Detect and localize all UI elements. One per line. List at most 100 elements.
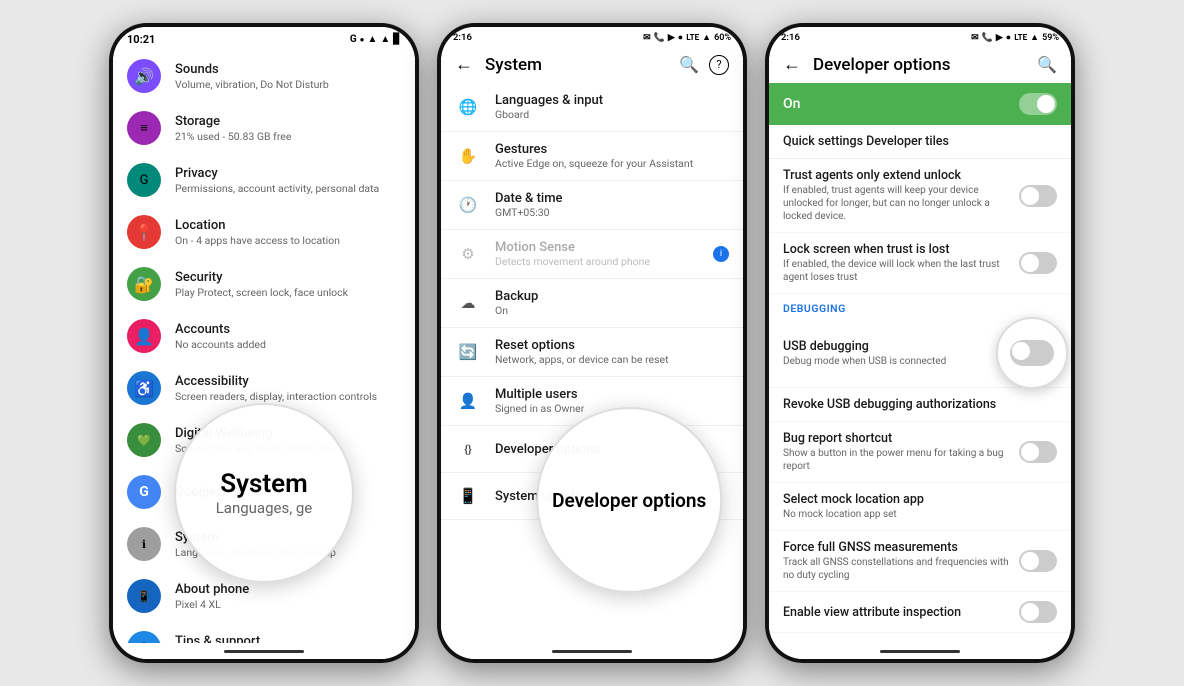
list-item-sounds[interactable]: 🔊 Sounds Volume, vibration, Do Not Distu… bbox=[113, 50, 415, 102]
tips-text: Tips & support Help articles, phone & ch… bbox=[175, 634, 373, 644]
home-indicator-2 bbox=[552, 650, 632, 653]
signal-icon-1: ▲ bbox=[380, 34, 390, 45]
dev-item-debugapp[interactable]: Select debug app bbox=[769, 633, 1071, 643]
sounds-icon: 🔊 bbox=[134, 67, 154, 86]
signal-icon-3: ▲ bbox=[1030, 32, 1039, 43]
status-bar-3: 2:16 ✉ 📞 ▶ ● LTE ▲ 59% bbox=[769, 27, 1071, 46]
tips-icon-wrap: ? bbox=[127, 631, 161, 643]
usb-big-circle bbox=[996, 317, 1068, 389]
sys-item-motion[interactable]: ⚙ Motion Sense Detects movement around p… bbox=[441, 230, 743, 279]
sys-item-languages[interactable]: 🌐 Languages & input Gboard bbox=[441, 83, 743, 132]
users-text: Multiple users Signed in as Owner bbox=[495, 387, 584, 415]
usb-toggle[interactable] bbox=[1010, 340, 1054, 366]
list-item-tips[interactable]: ? Tips & support Help articles, phone & … bbox=[113, 622, 415, 643]
quicksettings-text: Quick settings Developer tiles bbox=[783, 134, 1057, 149]
storage-icon: ≡ bbox=[140, 120, 148, 136]
sounds-icon-wrap: 🔊 bbox=[127, 59, 161, 93]
trust-toggle[interactable] bbox=[1019, 185, 1057, 207]
gnss-toggle[interactable] bbox=[1019, 550, 1057, 572]
help-icon-2[interactable]: ? bbox=[709, 55, 729, 75]
dev-item-viewattribute[interactable]: Enable view attribute inspection bbox=[769, 592, 1071, 633]
list-item-security[interactable]: 🔐 Security Play Protect, screen lock, fa… bbox=[113, 258, 415, 310]
sounds-title: Sounds bbox=[175, 62, 329, 77]
back-button-2[interactable]: ← bbox=[455, 54, 473, 75]
sys-item-backup[interactable]: ☁ Backup On bbox=[441, 279, 743, 328]
languages-text: Languages & input Gboard bbox=[495, 93, 603, 121]
bar-icons-2: 🔍 ? bbox=[679, 55, 729, 75]
phone-3: 2:16 ✉ 📞 ▶ ● LTE ▲ 59% ← Developer optio… bbox=[765, 23, 1075, 663]
storage-subtitle: 21% used - 50.83 GB free bbox=[175, 130, 291, 143]
lte-label-3: LTE bbox=[1014, 33, 1027, 42]
google-icon-wrap: G bbox=[127, 475, 161, 509]
sys-item-datetime[interactable]: 🕐 Date & time GMT+05:30 bbox=[441, 181, 743, 230]
bugreport-toggle[interactable] bbox=[1019, 441, 1057, 463]
bottom-bar-1 bbox=[113, 643, 415, 659]
accounts-text: Accounts No accounts added bbox=[175, 322, 266, 351]
status-icons-1: G ● ▲ ▲ ▊ bbox=[350, 34, 401, 45]
dev-item-usb[interactable]: USB debugging Debug mode when USB is con… bbox=[769, 319, 1071, 388]
privacy-subtitle: Permissions, account activity, personal … bbox=[175, 182, 379, 195]
revoke-text: Revoke USB debugging authorizations bbox=[783, 397, 1057, 412]
msg-icon: ✉ bbox=[643, 33, 651, 43]
battery-label-2: 60% bbox=[714, 33, 731, 43]
datetime-text: Date & time GMT+05:30 bbox=[495, 191, 563, 219]
privacy-icon: G bbox=[140, 173, 149, 188]
dev-item-trust[interactable]: Trust agents only extend unlock If enabl… bbox=[769, 159, 1071, 233]
mocklocation-text: Select mock location app No mock locatio… bbox=[783, 492, 1057, 521]
accessibility-subtitle: Screen readers, display, interaction con… bbox=[175, 390, 377, 403]
bottom-bar-3 bbox=[769, 643, 1071, 659]
video-icon-3: ▶ bbox=[996, 33, 1003, 43]
notification-dot: ● bbox=[360, 35, 365, 44]
storage-text: Storage 21% used - 50.83 GB free bbox=[175, 114, 291, 143]
battery-label-3: 59% bbox=[1042, 33, 1059, 43]
sys-item-gestures[interactable]: ✋ Gestures Active Edge on, squeeze for y… bbox=[441, 132, 743, 181]
privacy-icon-wrap: G bbox=[127, 163, 161, 197]
status-icons-3: ✉ 📞 ▶ ● LTE ▲ 59% bbox=[971, 32, 1059, 43]
system-icon-wrap: ℹ bbox=[127, 527, 161, 561]
search-icon-2[interactable]: 🔍 bbox=[679, 55, 699, 75]
back-button-3[interactable]: ← bbox=[783, 54, 801, 75]
wellbeing-icon: 💚 bbox=[137, 434, 151, 447]
app-bar-3: ← Developer options 🔍 bbox=[769, 46, 1071, 83]
location-subtitle: On - 4 apps have access to location bbox=[175, 234, 340, 247]
dev-master-toggle[interactable] bbox=[1019, 93, 1057, 115]
sounds-subtitle: Volume, vibration, Do Not Disturb bbox=[175, 78, 329, 91]
viewattribute-toggle[interactable] bbox=[1019, 601, 1057, 623]
security-subtitle: Play Protect, screen lock, face unlock bbox=[175, 286, 348, 299]
dev-item-quicksettings[interactable]: Quick settings Developer tiles bbox=[769, 125, 1071, 159]
google-letter-icon: G bbox=[139, 484, 149, 500]
location-icon-wrap: 📍 bbox=[127, 215, 161, 249]
search-icon-3[interactable]: 🔍 bbox=[1037, 55, 1057, 74]
developer-circle-overlay: Developer options bbox=[536, 407, 722, 593]
about-icon-wrap: 📱 bbox=[127, 579, 161, 613]
sys-item-reset[interactable]: 🔄 Reset options Network, apps, or device… bbox=[441, 328, 743, 377]
lockscreen-toggle[interactable] bbox=[1019, 252, 1057, 274]
time-1: 10:21 bbox=[127, 33, 155, 46]
dev-item-bugreport[interactable]: Bug report shortcut Show a button in the… bbox=[769, 422, 1071, 483]
call-icon: 📞 bbox=[654, 33, 665, 43]
circle-system-sub: Languages, ge bbox=[216, 499, 313, 517]
dev-item-revoke[interactable]: Revoke USB debugging authorizations bbox=[769, 388, 1071, 422]
list-item-accounts[interactable]: 👤 Accounts No accounts added bbox=[113, 310, 415, 362]
viewattribute-text: Enable view attribute inspection bbox=[783, 605, 1009, 620]
motion-icon: ⚙ bbox=[455, 241, 481, 267]
system-screen-title: System bbox=[485, 55, 679, 75]
trust-text: Trust agents only extend unlock If enabl… bbox=[783, 168, 1009, 223]
phone-2: 2:16 ✉ 📞 ▶ ● LTE ▲ 60% ← System 🔍 ? 🌐 bbox=[437, 23, 747, 663]
list-item-privacy[interactable]: G Privacy Permissions, account activity,… bbox=[113, 154, 415, 206]
list-item-location[interactable]: 📍 Location On - 4 apps have access to lo… bbox=[113, 206, 415, 258]
app-bar-2: ← System 🔍 ? bbox=[441, 46, 743, 83]
home-indicator-1 bbox=[224, 650, 304, 653]
circle-system-title: System bbox=[220, 469, 307, 499]
bugreport-text: Bug report shortcut Show a button in the… bbox=[783, 431, 1009, 473]
dev-item-gnss[interactable]: Force full GNSS measurements Track all G… bbox=[769, 531, 1071, 592]
list-item-storage[interactable]: ≡ Storage 21% used - 50.83 GB free bbox=[113, 102, 415, 154]
privacy-text: Privacy Permissions, account activity, p… bbox=[175, 166, 379, 195]
security-text: Security Play Protect, screen lock, face… bbox=[175, 270, 348, 299]
time-3: 2:16 bbox=[781, 32, 800, 43]
dot-icon: ● bbox=[678, 32, 683, 43]
dev-item-lockscreen[interactable]: Lock screen when trust is lost If enable… bbox=[769, 233, 1071, 294]
dev-item-mocklocation[interactable]: Select mock location app No mock locatio… bbox=[769, 483, 1071, 531]
gestures-text: Gestures Active Edge on, squeeze for you… bbox=[495, 142, 693, 170]
backup-text: Backup On bbox=[495, 289, 538, 317]
